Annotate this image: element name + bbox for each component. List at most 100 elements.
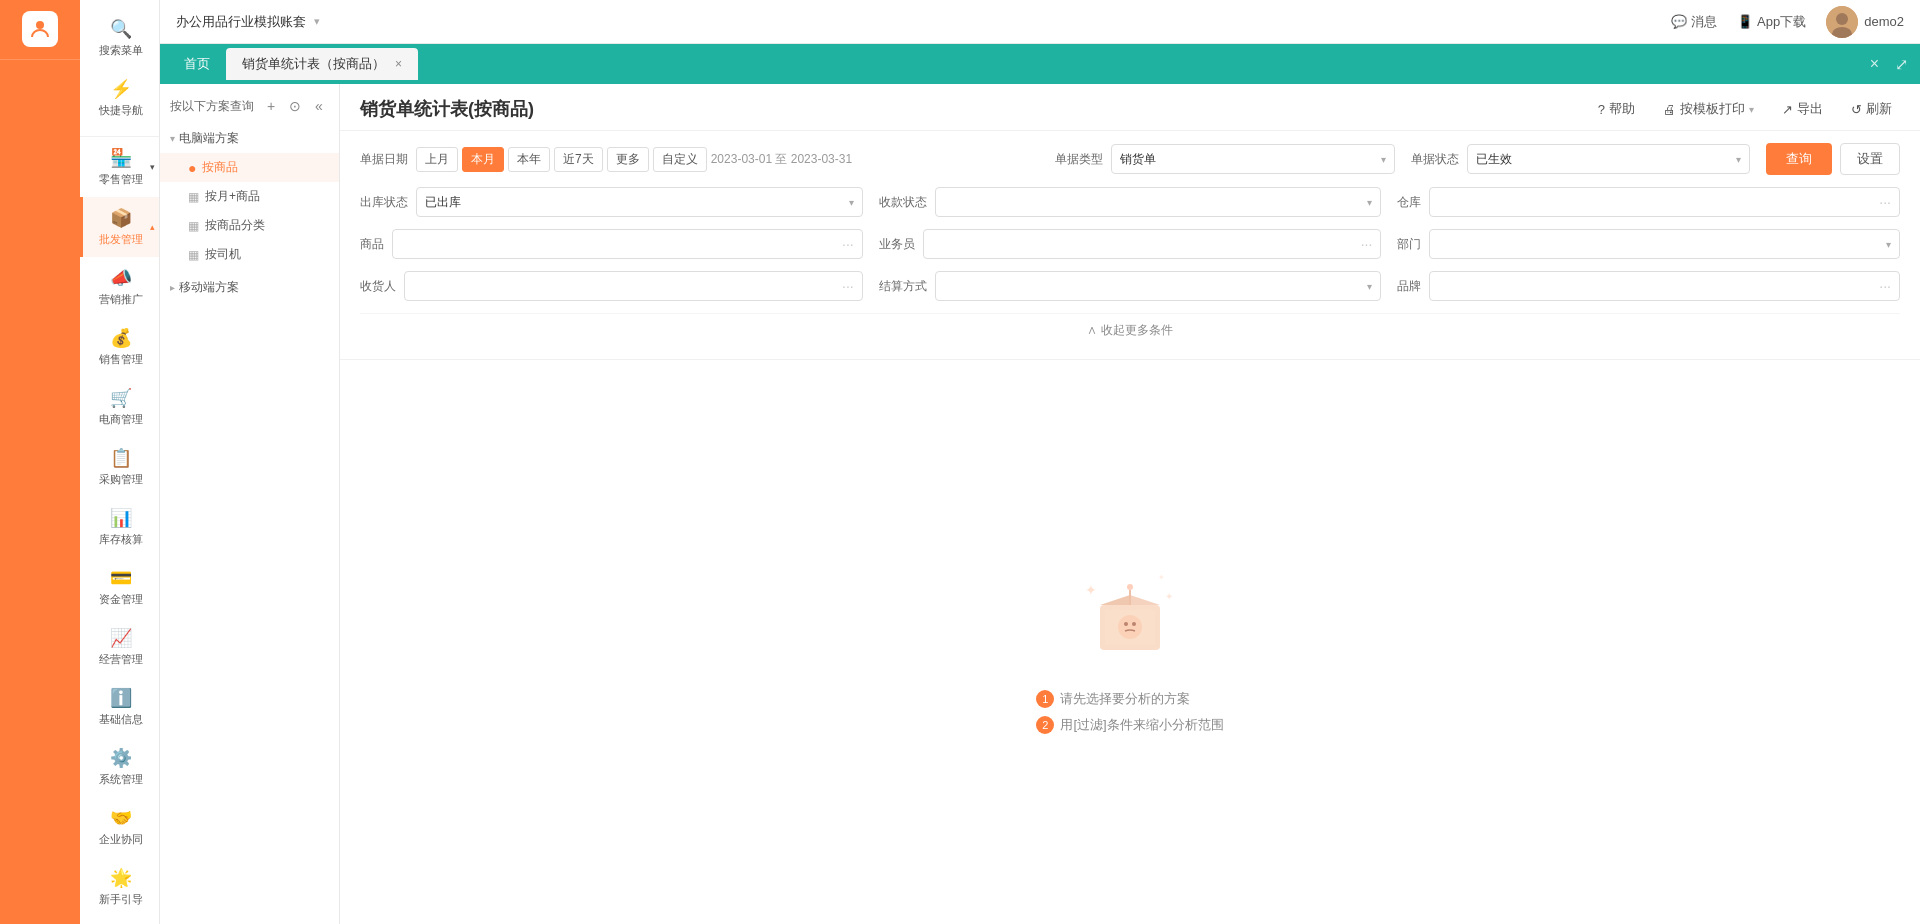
brand-select[interactable]: ··· [1429,271,1900,301]
filter-doctype-field: 单据类型 销货单 ▾ [1055,144,1395,174]
sidebar-item-wholesale[interactable]: 📦 批发管理 ▴ [80,197,159,257]
page-actions: ? 帮助 🖨 按模板打印 ▾ ↗ 导出 ↺ [1590,96,1900,122]
sidebar-item-ecommerce[interactable]: 🛒 电商管理 [80,377,159,437]
collapse-filters-button[interactable]: ∧ 收起更多条件 [360,313,1900,347]
tab-maximize-icon[interactable]: ⤢ [1891,51,1912,78]
recipient-select[interactable]: ··· [404,271,863,301]
date-last7days-button[interactable]: 近7天 [554,147,603,172]
scheme-item-month-product[interactable]: ▦ 按月+商品 [160,182,339,211]
brand-label: 品牌 [1397,278,1421,295]
tip-number-2: 2 [1036,716,1054,734]
doctype-chevron-icon: ▾ [1381,154,1386,165]
dept-chevron-icon: ▾ [1886,239,1891,250]
warehouse-dots-icon[interactable]: ··· [1879,194,1891,210]
settings-button[interactable]: 设置 [1840,143,1900,175]
export-label: 导出 [1797,100,1823,118]
finance-icon: 💳 [110,567,132,589]
filter-salesman-field: 业务员 ··· [879,229,1382,259]
filter-brand-field: 品牌 ··· [1397,271,1900,301]
salesman-dots-icon[interactable]: ··· [1361,236,1373,252]
sidebar-nav: 🔍 搜索菜单 ⚡ 快捷导航 🏪 零售管理 ▾ 📦 批发管理 ▴ 📣 营销推广 💰… [80,0,160,924]
svg-text:✦: ✦ [1165,591,1173,602]
warehouse-select[interactable]: ··· [1429,187,1900,217]
dept-select[interactable]: ▾ [1429,229,1900,259]
export-button[interactable]: ↗ 导出 [1774,96,1831,122]
date-this-month-button[interactable]: 本月 [462,147,504,172]
sidebar-item-inventory[interactable]: 📊 库存核算 [80,497,159,557]
message-icon: 💬 [1671,14,1687,29]
dept-label: 部门 [1397,236,1421,253]
refresh-button[interactable]: ↺ 刷新 [1843,96,1900,122]
empty-tips: 1 请先选择要分析的方案 2 用[过滤]条件来缩小分析范围 [1036,690,1223,734]
date-more-button[interactable]: 更多 [607,147,649,172]
query-button[interactable]: 查询 [1766,143,1832,175]
sidebar-item-search[interactable]: 🔍 搜索菜单 [80,8,159,68]
scheme-panel-title: 按以下方案查询 [170,98,254,115]
sidebar-item-quick-nav[interactable]: ⚡ 快捷导航 [80,68,159,128]
date-last-month-button[interactable]: 上月 [416,147,458,172]
goods-dots-icon[interactable]: ··· [842,236,854,252]
empty-illustration: ✦ ✦ ✦ [1070,550,1190,670]
sidebar-item-sales[interactable]: 💰 销售管理 [80,317,159,377]
top-bar-dropdown-icon[interactable]: ▾ [314,15,320,28]
scheme-item-driver-label: 按司机 [205,246,241,263]
payment-method-select[interactable]: ▾ [935,271,1382,301]
app-download-icon: 📱 [1737,14,1753,29]
sidebar-cooperation-label: 企业协同 [99,832,143,847]
scheme-item-driver[interactable]: ▦ 按司机 [160,240,339,269]
scheme-group-desktop-header[interactable]: ▾ 电脑端方案 [160,124,339,153]
goods-select[interactable]: ··· [392,229,863,259]
sidebar-item-finance[interactable]: 💳 资金管理 [80,557,159,617]
brand-dots-icon[interactable]: ··· [1879,278,1891,294]
scheme-grid-icon-2: ▦ [188,219,199,233]
retail-icon: 🏪 [110,147,132,169]
sidebar-item-marketing[interactable]: 📣 营销推广 [80,257,159,317]
empty-tip-2: 2 用[过滤]条件来缩小分析范围 [1036,716,1223,734]
date-this-year-button[interactable]: 本年 [508,147,550,172]
home-label: 首页 [184,56,210,71]
filter-area: 单据日期 上月 本月 本年 近7天 更多 自定义 2023-03-01 至 20… [340,131,1920,360]
brand-bar [0,0,80,924]
scheme-add-button[interactable]: + [261,96,281,116]
app-download-button[interactable]: 📱 App下载 [1737,13,1806,31]
page-title: 销货单统计表(按商品) [360,97,534,121]
tab-close-button[interactable]: × [395,57,402,71]
tab-active[interactable]: 销货单统计表（按商品） × [226,48,418,80]
sidebar-item-guide[interactable]: 🌟 新手引导 [80,857,159,917]
collapse-up-icon: ∧ [1087,323,1097,337]
svg-point-7 [1124,622,1128,626]
delivery-select[interactable]: 已出库 ▾ [416,187,863,217]
sidebar-sales-label: 销售管理 [99,352,143,367]
sidebar-item-cooperation[interactable]: 🤝 企业协同 [80,797,159,857]
scheme-item-category[interactable]: ▦ 按商品分类 [160,211,339,240]
filter-delivery-field: 出库状态 已出库 ▾ [360,187,863,217]
sidebar-item-retail[interactable]: 🏪 零售管理 ▾ [80,137,159,197]
sidebar-item-system[interactable]: ⚙️ 系统管理 [80,737,159,797]
sidebar-item-purchase[interactable]: 📋 采购管理 [80,437,159,497]
scheme-group-mobile-header[interactable]: ▸ 移动端方案 [160,273,339,302]
system-icon: ⚙️ [110,747,132,769]
help-button[interactable]: ? 帮助 [1590,96,1643,122]
scheme-collapse-button[interactable]: « [309,96,329,116]
date-custom-button[interactable]: 自定义 [653,147,707,172]
sidebar-item-appcenter[interactable]: 📱 应用中心 [80,917,159,924]
help-icon: ? [1598,102,1605,117]
scheme-item-by-product[interactable]: ● 按商品 [160,153,339,182]
docstatus-select[interactable]: 已生效 ▾ [1467,144,1751,174]
sidebar-retail-label: 零售管理 [99,172,143,187]
print-button[interactable]: 🖨 按模板打印 ▾ [1655,96,1762,122]
user-profile[interactable]: demo2 [1826,6,1904,38]
tab-home[interactable]: 首页 [168,55,226,73]
sidebar-item-basicinfo[interactable]: ℹ️ 基础信息 [80,677,159,737]
tab-close-icon[interactable]: × [1866,51,1883,77]
delivery-value: 已出库 [425,194,461,211]
recipient-dots-icon[interactable]: ··· [842,278,854,294]
collapse-label: 收起更多条件 [1101,323,1173,337]
sidebar-item-operations[interactable]: 📈 经营管理 [80,617,159,677]
message-button[interactable]: 💬 消息 [1671,13,1717,31]
salesman-select[interactable]: ··· [923,229,1382,259]
doctype-select[interactable]: 销货单 ▾ [1111,144,1395,174]
payment-select[interactable]: ▾ [935,187,1382,217]
active-tab-label: 销货单统计表（按商品） [242,55,385,73]
scheme-edit-button[interactable]: ⊙ [285,96,305,116]
